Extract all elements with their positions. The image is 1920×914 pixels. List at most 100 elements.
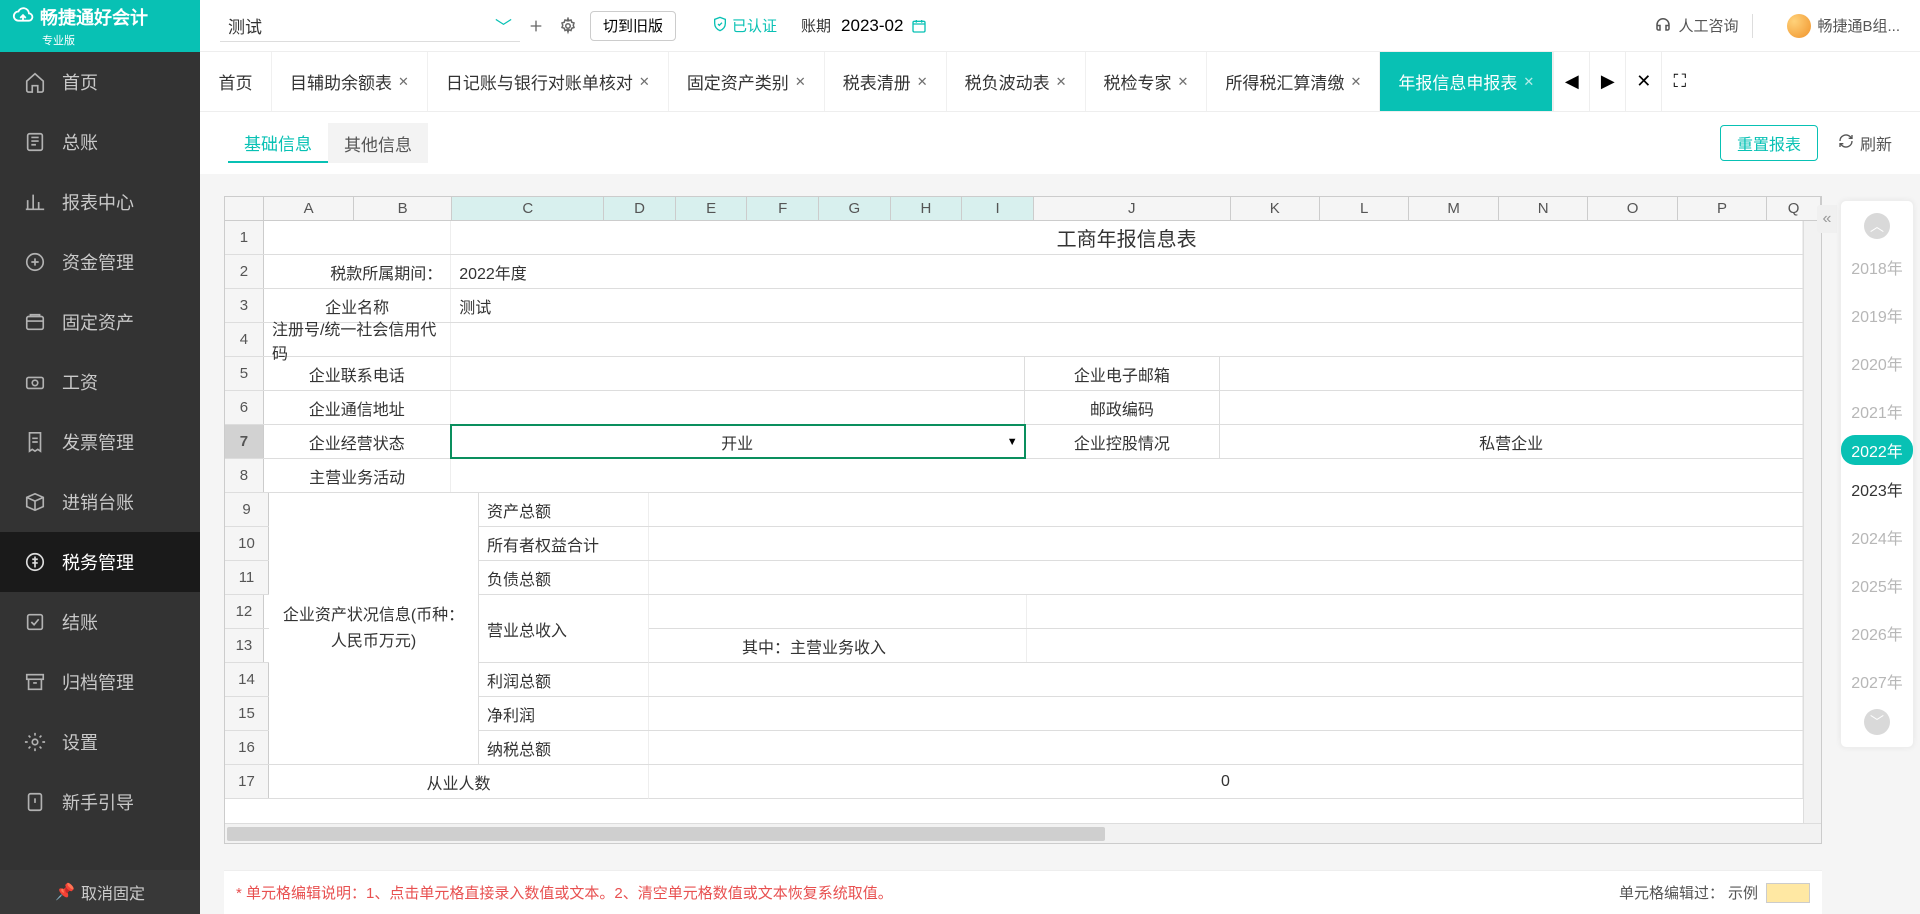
close-icon[interactable]: ✕	[795, 74, 806, 90]
row11-val[interactable]	[649, 561, 1803, 594]
col-header-G[interactable]: G	[819, 197, 891, 220]
mainbiz-label[interactable]: 主营业务活动	[264, 459, 451, 492]
zip-value[interactable]	[1220, 391, 1803, 424]
select-all-corner[interactable]	[225, 197, 264, 220]
email-label[interactable]: 企业电子邮箱	[1025, 357, 1221, 390]
col-header-C[interactable]: C	[452, 197, 604, 220]
year-2026年[interactable]: 2026年	[1851, 609, 1903, 657]
year-2027年[interactable]: 2027年	[1851, 657, 1903, 705]
close-icon[interactable]: ✕	[1056, 74, 1067, 90]
period-label-cell[interactable]: 税款所属期间：	[264, 255, 451, 288]
col-header-M[interactable]: M	[1409, 197, 1498, 220]
col-header-N[interactable]: N	[1499, 197, 1588, 220]
year-2022年[interactable]: 2022年	[1841, 435, 1913, 465]
year-up-icon[interactable]: ︿	[1864, 213, 1890, 239]
row-header-8[interactable]: 8	[225, 459, 264, 492]
sidebar-item-gear[interactable]: 设置	[0, 712, 200, 772]
settings-icon[interactable]	[552, 10, 584, 42]
col-header-D[interactable]: D	[604, 197, 676, 220]
tab-home[interactable]: 首页	[200, 52, 272, 111]
close-icon[interactable]: ✕	[1350, 74, 1361, 90]
row-header-1[interactable]: 1	[225, 221, 264, 254]
period-value[interactable]: 2023-02	[841, 16, 903, 36]
holding-value[interactable]: 私营企业	[1220, 425, 1803, 458]
email-value[interactable]	[1220, 357, 1803, 390]
tabs-next[interactable]: ▶	[1589, 52, 1625, 111]
col-header-Q[interactable]: Q	[1767, 197, 1821, 220]
mainbiz-value[interactable]	[451, 459, 1803, 492]
spreadsheet[interactable]: ABCDEFGHIJKLMNOPQ 1工商年报信息表2税款所属期间：2022年度…	[224, 196, 1822, 844]
subtab-other[interactable]: 其他信息	[328, 123, 428, 163]
sidebar-item-guide[interactable]: 新手引导	[0, 772, 200, 832]
sidebar-item-tax[interactable]: 税务管理	[0, 532, 200, 592]
addr-value[interactable]	[451, 391, 1025, 424]
col-header-K[interactable]: K	[1231, 197, 1320, 220]
tab-0[interactable]: 目辅助余额表✕	[272, 52, 428, 111]
year-2021年[interactable]: 2021年	[1851, 387, 1903, 435]
row14-val[interactable]	[649, 663, 1803, 696]
sidebar-item-asset[interactable]: 固定资产	[0, 292, 200, 352]
tab-2[interactable]: 固定资产类别✕	[669, 52, 825, 111]
row16-val[interactable]	[649, 731, 1803, 764]
year-2019年[interactable]: 2019年	[1851, 291, 1903, 339]
consult-button[interactable]: 人工咨询	[1654, 15, 1738, 37]
user-menu[interactable]: 畅捷通B组...	[1787, 14, 1900, 38]
col-header-O[interactable]: O	[1588, 197, 1677, 220]
company-selector[interactable]: 测试 ﹀	[220, 10, 520, 42]
row-header-4[interactable]: 4	[225, 323, 264, 356]
period-value-cell[interactable]: 2022年度	[451, 255, 1803, 288]
row10-label[interactable]: 所有者权益合计	[479, 527, 649, 560]
tab-5[interactable]: 税检专家✕	[1086, 52, 1208, 111]
row14-label[interactable]: 利润总额	[479, 663, 649, 696]
add-company-button[interactable]	[520, 10, 552, 42]
horizontal-scrollbar[interactable]	[225, 823, 1821, 843]
close-icon[interactable]: ✕	[398, 74, 409, 90]
fullscreen-icon[interactable]: ⛶	[1661, 52, 1697, 111]
col-header-H[interactable]: H	[891, 197, 963, 220]
close-icon[interactable]: ✕	[1178, 74, 1189, 90]
sidebar-item-chart[interactable]: 报表中心	[0, 172, 200, 232]
tabs-close[interactable]: ✕	[1625, 52, 1661, 111]
dropdown-icon[interactable]: ▼	[1007, 436, 1018, 448]
row-header-13[interactable]: 13	[225, 629, 264, 662]
sidebar-item-invoice[interactable]: 发票管理	[0, 412, 200, 472]
row-header-14[interactable]: 14	[225, 663, 269, 696]
status-dropdown[interactable]: 开业▼	[451, 425, 1025, 458]
col-header-A[interactable]: A	[264, 197, 353, 220]
row10-val[interactable]	[649, 527, 1803, 560]
addr-label[interactable]: 企业通信地址	[264, 391, 451, 424]
sheet-title[interactable]: 工商年报信息表	[451, 221, 1803, 254]
cell[interactable]	[264, 221, 451, 254]
year-2023年[interactable]: 2023年	[1851, 465, 1903, 513]
col-header-E[interactable]: E	[676, 197, 748, 220]
close-icon[interactable]: ✕	[639, 74, 650, 90]
regno-label[interactable]: 注册号/统一社会信用代码	[264, 323, 451, 356]
tab-6[interactable]: 所得税汇算清缴✕	[1207, 52, 1380, 111]
year-2025年[interactable]: 2025年	[1851, 561, 1903, 609]
vertical-scrollbar[interactable]	[1803, 221, 1821, 823]
col-header-L[interactable]: L	[1320, 197, 1409, 220]
sidebar-item-salary[interactable]: 工资	[0, 352, 200, 412]
sidebar-item-ledger[interactable]: 总账	[0, 112, 200, 172]
tab-3[interactable]: 税表清册✕	[825, 52, 947, 111]
phone-value[interactable]	[451, 357, 1025, 390]
tab-1[interactable]: 日记账与银行对账单核对✕	[428, 52, 669, 111]
switch-old-button[interactable]: 切到旧版	[590, 11, 676, 41]
calendar-icon[interactable]	[903, 10, 935, 42]
row-header-12[interactable]: 12	[225, 595, 264, 628]
year-down-icon[interactable]: ﹀	[1864, 709, 1890, 735]
regno-value[interactable]	[451, 323, 1803, 356]
tab-4[interactable]: 税负波动表✕	[947, 52, 1086, 111]
row-header-5[interactable]: 5	[225, 357, 264, 390]
status-label[interactable]: 企业经营状态	[264, 425, 451, 458]
row15-label[interactable]: 净利润	[479, 697, 649, 730]
close-icon[interactable]: ✕	[917, 74, 928, 90]
col-header-P[interactable]: P	[1678, 197, 1767, 220]
year-2018年[interactable]: 2018年	[1851, 243, 1903, 291]
row-header-6[interactable]: 6	[225, 391, 264, 424]
holding-label[interactable]: 企业控股情况	[1025, 425, 1221, 458]
row-header-9[interactable]: 9	[225, 493, 269, 526]
row15-val[interactable]	[649, 697, 1803, 730]
close-icon[interactable]: ✕	[1523, 74, 1534, 90]
sidebar-item-close[interactable]: 结账	[0, 592, 200, 652]
